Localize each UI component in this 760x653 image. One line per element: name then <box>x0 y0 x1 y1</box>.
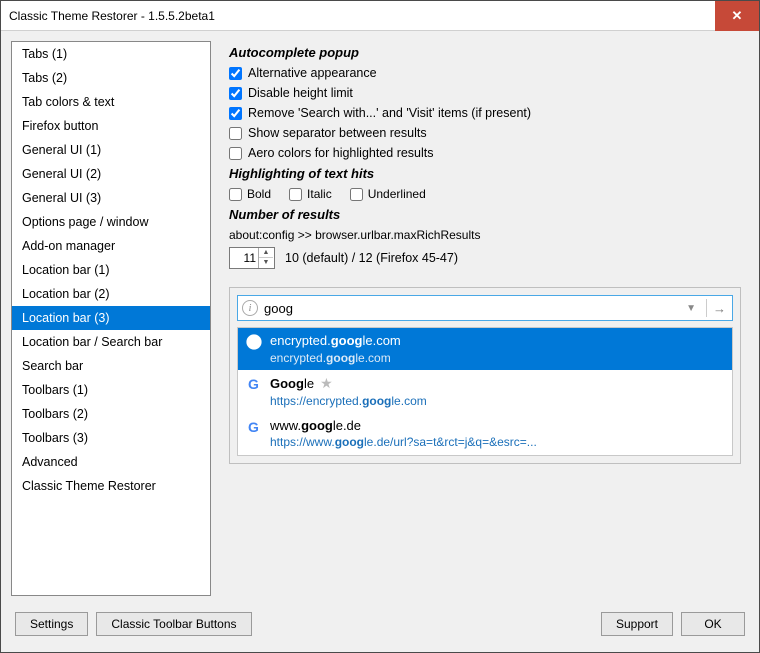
sidebar-item[interactable]: Firefox button <box>12 114 210 138</box>
numresults-input[interactable] <box>230 251 258 265</box>
highlighting-row: Bold Italic Underlined <box>229 187 741 201</box>
urlbar[interactable]: i ▼ → <box>237 295 733 321</box>
sidebar-item[interactable]: Location bar (3) <box>12 306 210 330</box>
checkbox-disable-height[interactable] <box>229 87 242 100</box>
autocomplete-title: Google★ <box>270 374 427 393</box>
autocomplete-title: www.google.de <box>270 417 537 435</box>
sidebar-item[interactable]: Classic Theme Restorer <box>12 474 210 498</box>
label-underlined: Underlined <box>368 187 426 201</box>
sidebar-item[interactable]: Toolbars (3) <box>12 426 210 450</box>
sidebar-item[interactable]: Search bar <box>12 354 210 378</box>
info-icon: i <box>242 300 258 316</box>
svg-text:G: G <box>248 419 259 435</box>
spinner-up-icon[interactable]: ▲ <box>259 248 273 258</box>
body: Tabs (1)Tabs (2)Tab colors & textFirefox… <box>1 31 759 606</box>
autocomplete-text: encrypted.google.comencrypted.google.com <box>270 332 401 366</box>
sidebar-item[interactable]: General UI (2) <box>12 162 210 186</box>
window: Classic Theme Restorer - 1.5.5.2beta1 ✕ … <box>0 0 760 653</box>
star-icon: ★ <box>320 375 333 391</box>
label-aero-colors: Aero colors for highlighted results <box>248 146 434 160</box>
sidebar-item[interactable]: Toolbars (1) <box>12 378 210 402</box>
label-bold: Bold <box>247 187 271 201</box>
checkbox-italic[interactable] <box>289 188 302 201</box>
sidebar-item[interactable]: General UI (1) <box>12 138 210 162</box>
label-disable-height: Disable height limit <box>248 86 353 100</box>
checkbox-remove-items[interactable] <box>229 107 242 120</box>
autocomplete-popup: encrypted.google.comencrypted.google.com… <box>237 327 733 456</box>
svg-text:G: G <box>248 376 259 392</box>
sidebar-item[interactable]: Location bar / Search bar <box>12 330 210 354</box>
check-italic[interactable]: Italic <box>289 187 332 201</box>
footer-left: Settings Classic Toolbar Buttons <box>15 612 252 636</box>
autocomplete-item[interactable]: encrypted.google.comencrypted.google.com <box>238 328 732 370</box>
footer-right: Support OK <box>601 612 745 636</box>
sidebar-item[interactable]: General UI (3) <box>12 186 210 210</box>
autocomplete-text: Google★https://encrypted.google.com <box>270 374 427 409</box>
autocomplete-url: encrypted.google.com <box>270 350 401 366</box>
sidebar-item[interactable]: Toolbars (2) <box>12 402 210 426</box>
label-show-separator: Show separator between results <box>248 126 427 140</box>
check-bold[interactable]: Bold <box>229 187 271 201</box>
sidebar-item[interactable]: Tabs (1) <box>12 42 210 66</box>
check-underlined[interactable]: Underlined <box>350 187 426 201</box>
label-alt-appearance: Alternative appearance <box>248 66 377 80</box>
check-disable-height[interactable]: Disable height limit <box>229 86 741 100</box>
spinner-down-icon[interactable]: ▼ <box>259 258 273 268</box>
separator <box>706 299 707 317</box>
settings-button[interactable]: Settings <box>15 612 88 636</box>
check-aero-colors[interactable]: Aero colors for highlighted results <box>229 146 741 160</box>
sidebar-item[interactable]: Add-on manager <box>12 234 210 258</box>
support-button[interactable]: Support <box>601 612 673 636</box>
sidebar-item[interactable]: Location bar (1) <box>12 258 210 282</box>
classic-toolbar-button[interactable]: Classic Toolbar Buttons <box>96 612 251 636</box>
label-italic: Italic <box>307 187 332 201</box>
sidebar-item[interactable]: Location bar (2) <box>12 282 210 306</box>
globe-icon <box>246 334 262 350</box>
google-icon: G <box>246 376 262 392</box>
autocomplete-item[interactable]: G Google★https://encrypted.google.com <box>238 370 732 413</box>
autocomplete-url: https://www.google.de/url?sa=t&rct=j&q=&… <box>270 434 537 450</box>
section-numresults-header: Number of results <box>229 207 741 222</box>
content: Autocomplete popup Alternative appearanc… <box>221 41 749 596</box>
numresults-desc: about:config >> browser.urlbar.maxRichRe… <box>229 228 741 242</box>
checkbox-bold[interactable] <box>229 188 242 201</box>
check-show-separator[interactable]: Show separator between results <box>229 126 741 140</box>
autocomplete-item[interactable]: Gwww.google.dehttps://www.google.de/url?… <box>238 413 732 455</box>
urlbar-input[interactable] <box>264 301 680 316</box>
spinner[interactable]: ▲ ▼ <box>258 248 273 268</box>
checkbox-alt-appearance[interactable] <box>229 67 242 80</box>
check-remove-items[interactable]: Remove 'Search with...' and 'Visit' item… <box>229 106 741 120</box>
sidebar-item[interactable]: Advanced <box>12 450 210 474</box>
section-autocomplete-header: Autocomplete popup <box>229 45 741 60</box>
sidebar-item[interactable]: Tabs (2) <box>12 66 210 90</box>
sidebar[interactable]: Tabs (1)Tabs (2)Tab colors & textFirefox… <box>11 41 211 596</box>
section-highlighting-header: Highlighting of text hits <box>229 166 741 181</box>
go-arrow-icon[interactable]: → <box>711 301 728 316</box>
checkbox-show-separator[interactable] <box>229 127 242 140</box>
label-remove-items: Remove 'Search with...' and 'Visit' item… <box>248 106 531 120</box>
sidebar-item[interactable]: Options page / window <box>12 210 210 234</box>
autocomplete-text: www.google.dehttps://www.google.de/url?s… <box>270 417 537 451</box>
check-alt-appearance[interactable]: Alternative appearance <box>229 66 741 80</box>
numresults-row: ▲ ▼ 10 (default) / 12 (Firefox 45-47) <box>229 247 741 269</box>
numresults-spinbox[interactable]: ▲ ▼ <box>229 247 275 269</box>
preview-panel: i ▼ → encrypted.google.comencrypted.goog… <box>229 287 741 464</box>
dropdown-icon[interactable]: ▼ <box>686 303 696 314</box>
window-title: Classic Theme Restorer - 1.5.5.2beta1 <box>9 9 215 23</box>
close-icon: ✕ <box>732 8 743 24</box>
checkbox-aero-colors[interactable] <box>229 147 242 160</box>
numresults-hint: 10 (default) / 12 (Firefox 45-47) <box>285 251 458 265</box>
autocomplete-title: encrypted.google.com <box>270 332 401 350</box>
close-button[interactable]: ✕ <box>715 1 759 31</box>
sidebar-item[interactable]: Tab colors & text <box>12 90 210 114</box>
autocomplete-url: https://encrypted.google.com <box>270 393 427 409</box>
titlebar: Classic Theme Restorer - 1.5.5.2beta1 ✕ <box>1 1 759 31</box>
google-icon: G <box>246 419 262 435</box>
checkbox-underlined[interactable] <box>350 188 363 201</box>
footer: Settings Classic Toolbar Buttons Support… <box>1 606 759 652</box>
ok-button[interactable]: OK <box>681 612 745 636</box>
